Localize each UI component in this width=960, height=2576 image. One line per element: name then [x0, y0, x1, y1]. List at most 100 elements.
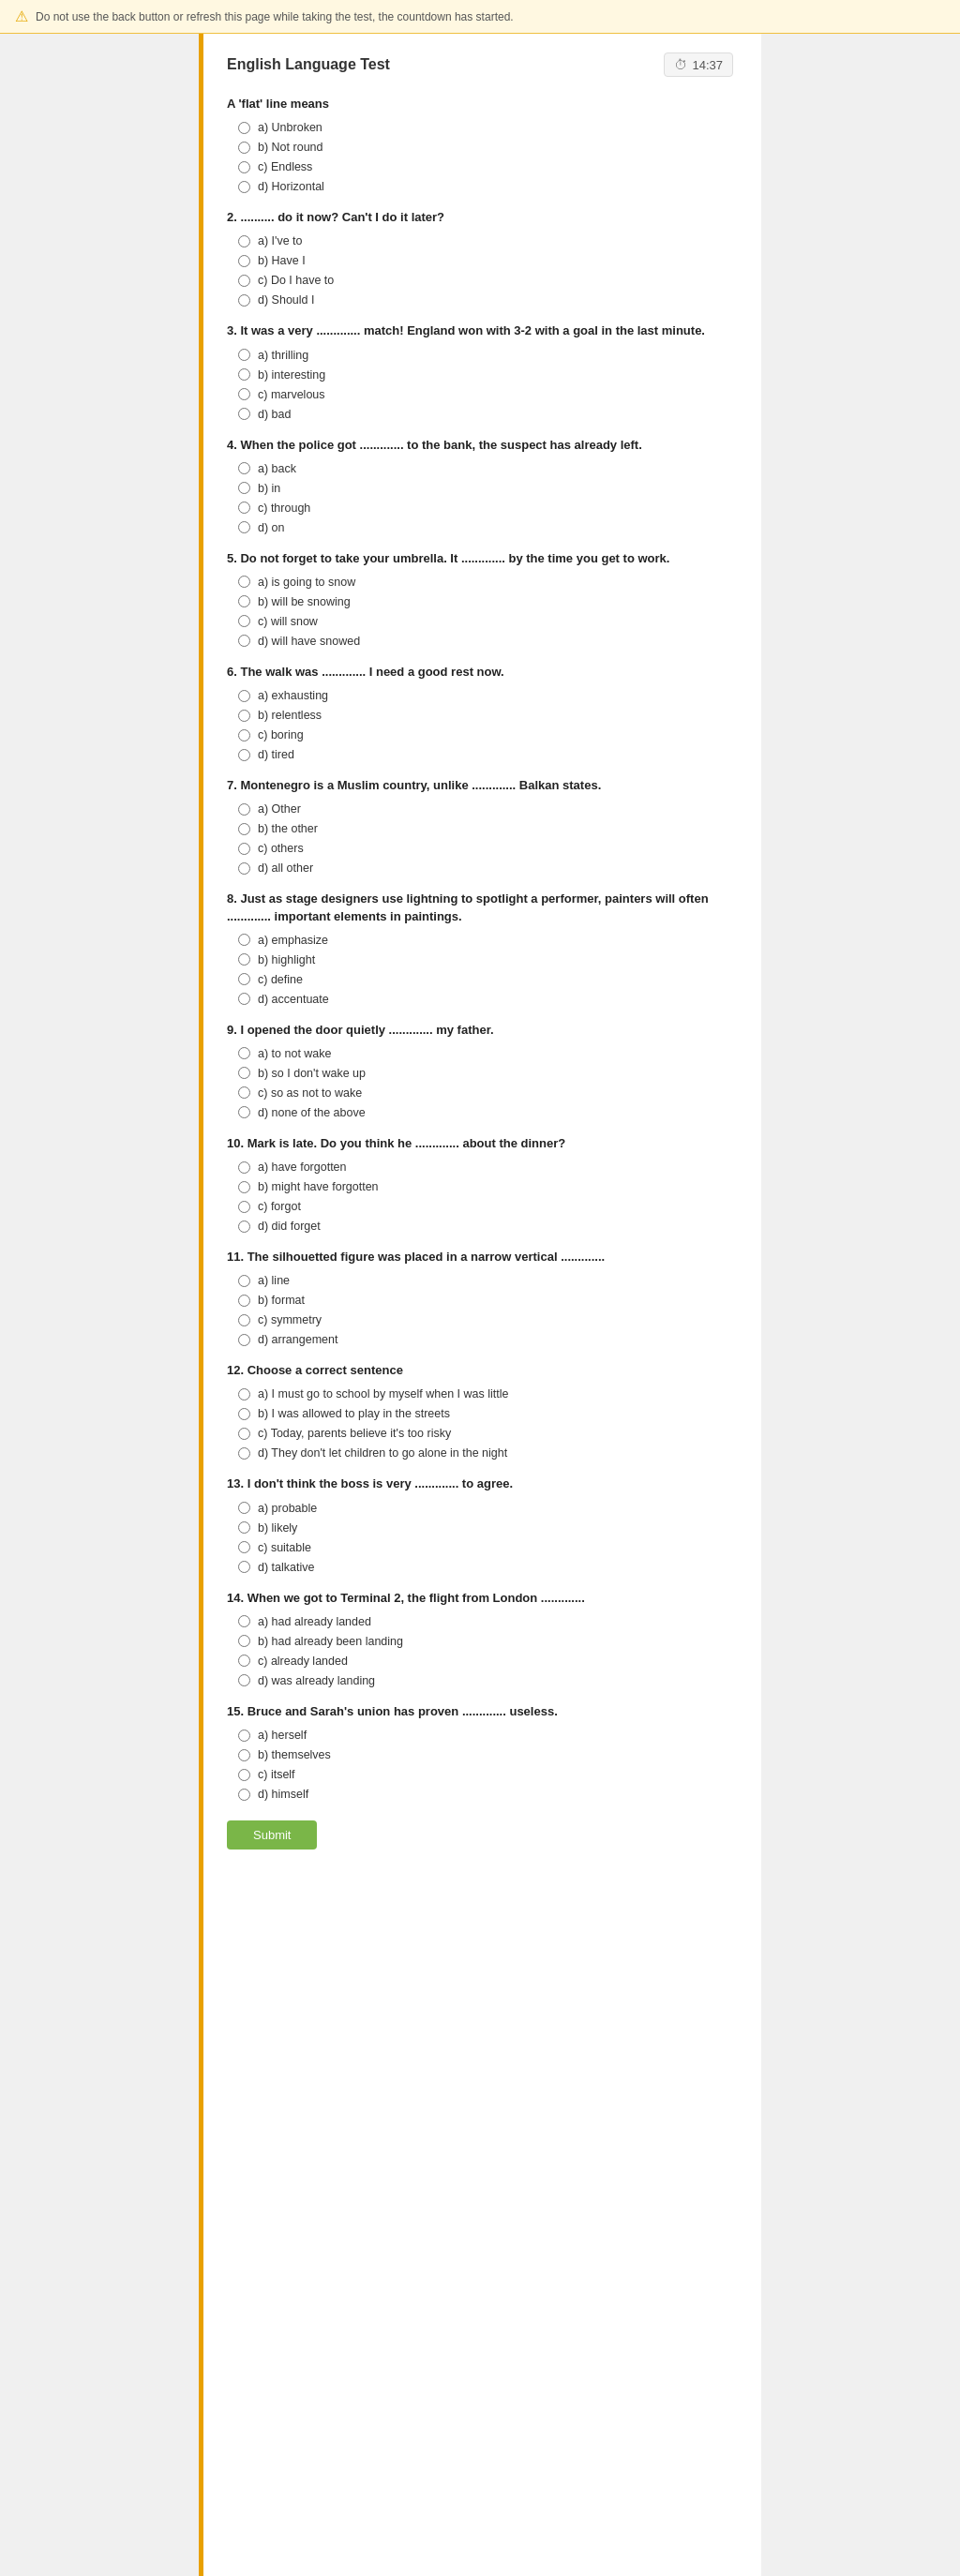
- option-11-0[interactable]: a) line: [227, 1273, 733, 1288]
- radio-10-3[interactable]: [238, 1221, 250, 1233]
- radio-9-0[interactable]: [238, 1047, 250, 1059]
- radio-7-0[interactable]: [238, 803, 250, 816]
- option-5-1[interactable]: b) will be snowing: [227, 594, 733, 609]
- radio-14-0[interactable]: [238, 1615, 250, 1627]
- radio-11-0[interactable]: [238, 1275, 250, 1287]
- radio-3-0[interactable]: [238, 349, 250, 361]
- radio-10-2[interactable]: [238, 1201, 250, 1213]
- option-8-2[interactable]: c) define: [227, 972, 733, 987]
- option-7-2[interactable]: c) others: [227, 841, 733, 856]
- radio-4-0[interactable]: [238, 462, 250, 474]
- radio-11-1[interactable]: [238, 1295, 250, 1307]
- option-6-3[interactable]: d) tired: [227, 747, 733, 762]
- radio-9-1[interactable]: [238, 1067, 250, 1079]
- option-9-3[interactable]: d) none of the above: [227, 1105, 733, 1120]
- radio-14-3[interactable]: [238, 1674, 250, 1686]
- option-6-2[interactable]: c) boring: [227, 727, 733, 742]
- option-10-0[interactable]: a) have forgotten: [227, 1160, 733, 1175]
- option-1-1[interactable]: b) Not round: [227, 140, 733, 155]
- option-6-1[interactable]: b) relentless: [227, 708, 733, 723]
- option-14-0[interactable]: a) had already landed: [227, 1614, 733, 1629]
- option-13-0[interactable]: a) probable: [227, 1501, 733, 1516]
- radio-1-1[interactable]: [238, 142, 250, 154]
- option-11-2[interactable]: c) symmetry: [227, 1312, 733, 1327]
- radio-7-2[interactable]: [238, 843, 250, 855]
- radio-10-0[interactable]: [238, 1161, 250, 1174]
- option-4-2[interactable]: c) through: [227, 501, 733, 516]
- radio-2-1[interactable]: [238, 255, 250, 267]
- option-13-3[interactable]: d) talkative: [227, 1560, 733, 1575]
- radio-1-2[interactable]: [238, 161, 250, 173]
- option-12-3[interactable]: d) They don't let children to go alone i…: [227, 1445, 733, 1460]
- option-2-1[interactable]: b) Have I: [227, 253, 733, 268]
- radio-3-2[interactable]: [238, 388, 250, 400]
- radio-14-1[interactable]: [238, 1635, 250, 1647]
- radio-6-2[interactable]: [238, 729, 250, 741]
- radio-8-1[interactable]: [238, 953, 250, 966]
- option-11-1[interactable]: b) format: [227, 1293, 733, 1308]
- option-7-1[interactable]: b) the other: [227, 821, 733, 836]
- radio-12-1[interactable]: [238, 1408, 250, 1420]
- option-15-3[interactable]: d) himself: [227, 1787, 733, 1802]
- option-14-1[interactable]: b) had already been landing: [227, 1634, 733, 1649]
- radio-6-3[interactable]: [238, 749, 250, 761]
- radio-1-3[interactable]: [238, 181, 250, 193]
- option-10-1[interactable]: b) might have forgotten: [227, 1179, 733, 1194]
- radio-7-1[interactable]: [238, 823, 250, 835]
- option-15-0[interactable]: a) herself: [227, 1728, 733, 1743]
- radio-4-3[interactable]: [238, 521, 250, 533]
- radio-5-1[interactable]: [238, 595, 250, 607]
- option-7-0[interactable]: a) Other: [227, 801, 733, 816]
- option-13-2[interactable]: c) suitable: [227, 1540, 733, 1555]
- option-2-3[interactable]: d) Should I: [227, 292, 733, 307]
- radio-2-3[interactable]: [238, 294, 250, 307]
- radio-2-0[interactable]: [238, 235, 250, 247]
- option-10-2[interactable]: c) forgot: [227, 1199, 733, 1214]
- option-3-0[interactable]: a) thrilling: [227, 348, 733, 363]
- option-12-2[interactable]: c) Today, parents believe it's too risky: [227, 1426, 733, 1441]
- option-1-0[interactable]: a) Unbroken: [227, 120, 733, 135]
- option-14-3[interactable]: d) was already landing: [227, 1673, 733, 1688]
- option-3-3[interactable]: d) bad: [227, 407, 733, 422]
- radio-12-3[interactable]: [238, 1447, 250, 1460]
- radio-8-2[interactable]: [238, 973, 250, 985]
- radio-15-3[interactable]: [238, 1789, 250, 1801]
- radio-15-0[interactable]: [238, 1730, 250, 1742]
- option-6-0[interactable]: a) exhausting: [227, 688, 733, 703]
- radio-14-2[interactable]: [238, 1655, 250, 1667]
- option-1-2[interactable]: c) Endless: [227, 159, 733, 174]
- option-12-0[interactable]: a) I must go to school by myself when I …: [227, 1386, 733, 1401]
- radio-5-3[interactable]: [238, 635, 250, 647]
- option-2-0[interactable]: a) I've to: [227, 233, 733, 248]
- option-4-3[interactable]: d) on: [227, 520, 733, 535]
- radio-5-0[interactable]: [238, 576, 250, 588]
- radio-1-0[interactable]: [238, 122, 250, 134]
- option-5-0[interactable]: a) is going to snow: [227, 575, 733, 590]
- radio-13-3[interactable]: [238, 1561, 250, 1573]
- radio-3-3[interactable]: [238, 408, 250, 420]
- radio-13-0[interactable]: [238, 1502, 250, 1514]
- submit-button[interactable]: Submit: [227, 1820, 317, 1850]
- radio-8-0[interactable]: [238, 934, 250, 946]
- option-12-1[interactable]: b) I was allowed to play in the streets: [227, 1406, 733, 1421]
- option-9-2[interactable]: c) so as not to wake: [227, 1086, 733, 1101]
- option-8-3[interactable]: d) accentuate: [227, 992, 733, 1007]
- radio-9-3[interactable]: [238, 1106, 250, 1118]
- radio-3-1[interactable]: [238, 368, 250, 381]
- radio-15-2[interactable]: [238, 1769, 250, 1781]
- option-5-2[interactable]: c) will snow: [227, 614, 733, 629]
- radio-2-2[interactable]: [238, 275, 250, 287]
- radio-12-0[interactable]: [238, 1388, 250, 1400]
- radio-7-3[interactable]: [238, 862, 250, 875]
- radio-13-1[interactable]: [238, 1521, 250, 1534]
- radio-10-1[interactable]: [238, 1181, 250, 1193]
- option-15-2[interactable]: c) itself: [227, 1767, 733, 1782]
- option-4-1[interactable]: b) in: [227, 481, 733, 496]
- option-14-2[interactable]: c) already landed: [227, 1654, 733, 1669]
- radio-6-1[interactable]: [238, 710, 250, 722]
- radio-9-2[interactable]: [238, 1086, 250, 1099]
- option-8-1[interactable]: b) highlight: [227, 952, 733, 967]
- option-10-3[interactable]: d) did forget: [227, 1219, 733, 1234]
- option-1-3[interactable]: d) Horizontal: [227, 179, 733, 194]
- option-15-1[interactable]: b) themselves: [227, 1747, 733, 1762]
